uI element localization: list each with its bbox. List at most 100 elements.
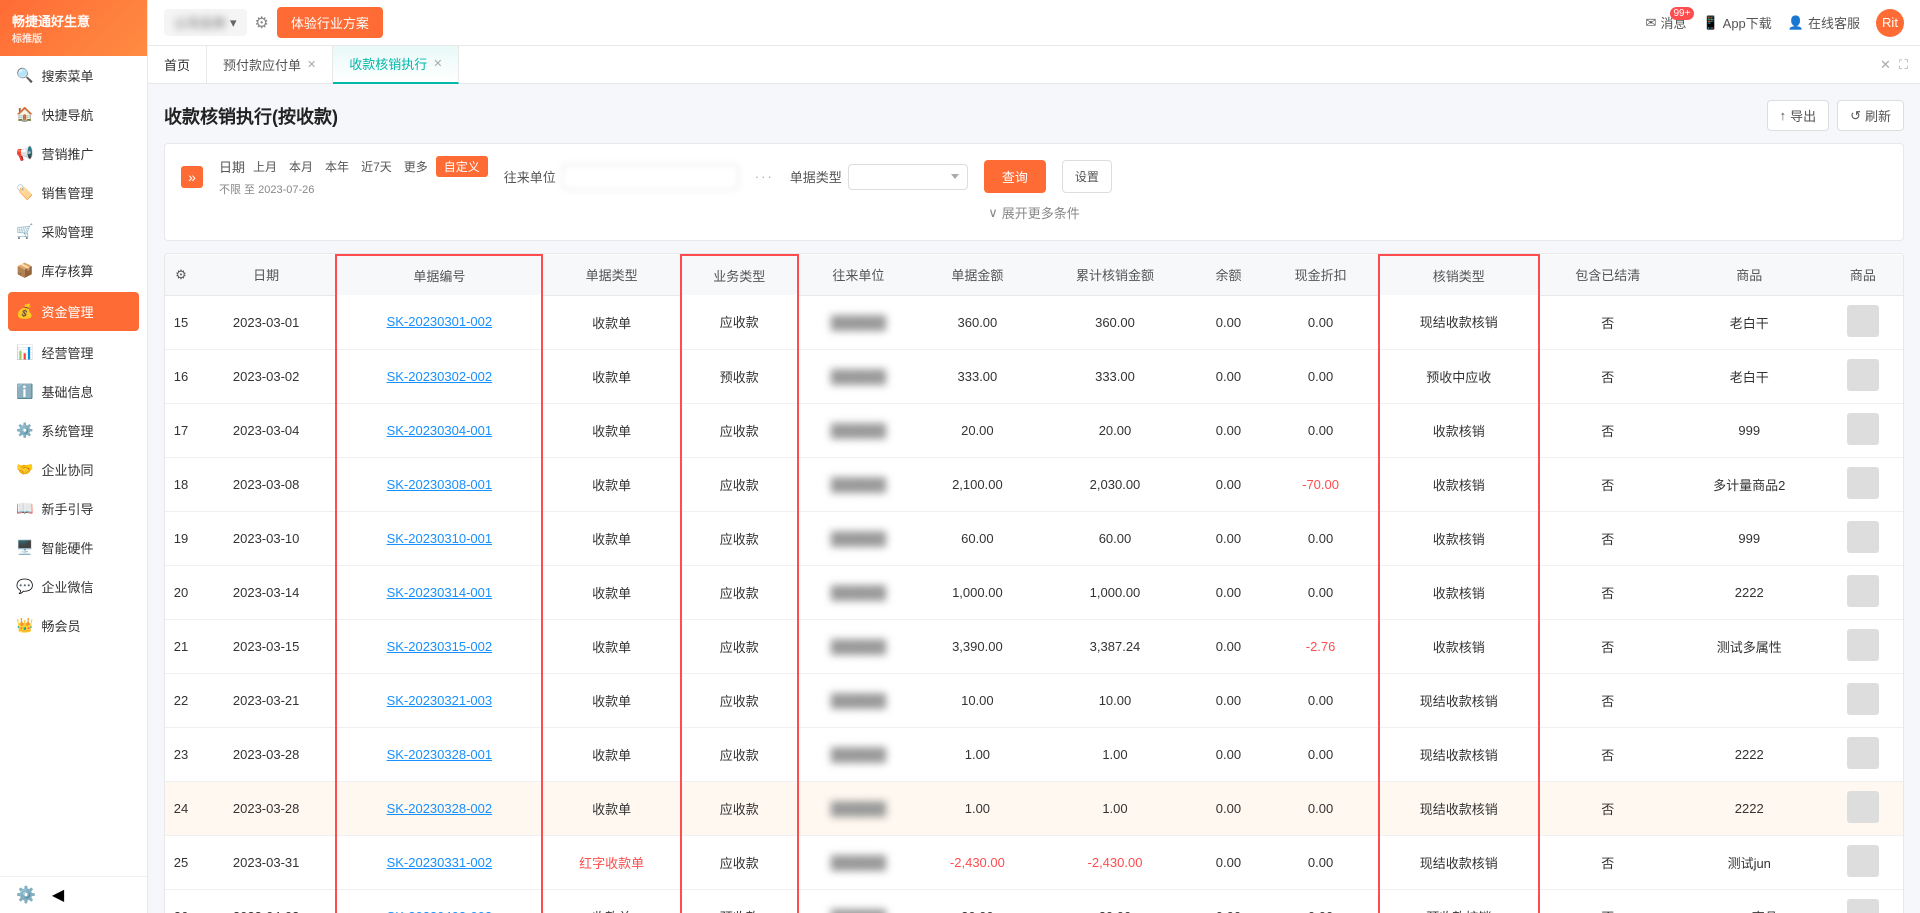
cell-bill-type: 收款单 bbox=[542, 673, 680, 727]
data-table-wrap: ⚙ 日期 单据编号 单据类型 业务类型 往来单位 单据金额 累计核销金额 余额 … bbox=[164, 253, 1904, 913]
sidebar-item-finance[interactable]: 💰 资金管理 bbox=[8, 292, 139, 331]
cell-goods2 bbox=[1823, 673, 1903, 727]
tab-prepay[interactable]: 预付款应付单 ✕ bbox=[207, 46, 333, 84]
bill-no-link[interactable]: SK-20230328-001 bbox=[387, 747, 493, 762]
cell-biz-type: 应收款 bbox=[681, 565, 798, 619]
cell-cash-disc: 0.00 bbox=[1264, 295, 1379, 349]
cell-goods1: 老白干 bbox=[1676, 295, 1823, 349]
cell-verify-type: 现结收款核销 bbox=[1379, 835, 1539, 889]
page-actions: ↑ 导出 ↺ 刷新 bbox=[1767, 100, 1904, 131]
date-btn-7days[interactable]: 近7天 bbox=[357, 156, 396, 177]
bill-no-link[interactable]: SK-20230331-002 bbox=[387, 855, 493, 870]
cell-partner: ██████ bbox=[798, 403, 919, 457]
cell-biz-type: 应收款 bbox=[681, 619, 798, 673]
sidebar-item-system[interactable]: ⚙️ 系统管理 bbox=[0, 411, 147, 450]
cell-balance: 0.00 bbox=[1193, 673, 1263, 727]
cell-no: 24 bbox=[165, 781, 197, 835]
filter-settings-button[interactable]: 设置 bbox=[1062, 160, 1112, 193]
service-icon: 👤 bbox=[1788, 15, 1804, 31]
sidebar-item-basic[interactable]: ℹ️ 基础信息 bbox=[0, 372, 147, 411]
cell-bill-no: SK-20230310-001 bbox=[336, 511, 542, 565]
message-badge: 99+ bbox=[1670, 7, 1695, 20]
cell-included: 否 bbox=[1539, 511, 1676, 565]
query-button[interactable]: 查询 bbox=[984, 160, 1046, 193]
cell-partner: ██████ bbox=[798, 295, 919, 349]
tab-actions: ✕ ⛶ bbox=[1880, 57, 1920, 73]
cell-verified: 360.00 bbox=[1037, 295, 1194, 349]
tab-home[interactable]: 首页 bbox=[148, 46, 207, 84]
cell-biz-type: 预收款 bbox=[681, 889, 798, 913]
tab-prepay-close[interactable]: ✕ bbox=[307, 58, 316, 71]
minimize-icon[interactable]: ✕ bbox=[1880, 57, 1891, 73]
maximize-icon[interactable]: ⛶ bbox=[1899, 57, 1908, 73]
date-btn-this-year[interactable]: 本年 bbox=[321, 156, 353, 177]
collapse-icon[interactable]: ◀ bbox=[52, 885, 64, 905]
company-selector[interactable]: 公司名称 ▾ bbox=[164, 9, 247, 36]
cell-verify-type: 现结收款核销 bbox=[1379, 727, 1539, 781]
refresh-button[interactable]: ↺ 刷新 bbox=[1837, 100, 1904, 131]
user-avatar[interactable]: Rit bbox=[1876, 9, 1904, 37]
th-date: 日期 bbox=[197, 255, 336, 295]
bill-no-link[interactable]: SK-20230321-003 bbox=[387, 693, 493, 708]
bill-no-link[interactable]: SK-20230403-002 bbox=[387, 909, 493, 913]
bill-type-select[interactable] bbox=[848, 164, 968, 190]
bill-no-link[interactable]: SK-20230314-001 bbox=[387, 585, 493, 600]
app-download-area[interactable]: 📱 App下载 bbox=[1702, 13, 1771, 32]
bill-no-link[interactable]: SK-20230302-002 bbox=[387, 369, 493, 384]
cell-verify-type: 收款核销 bbox=[1379, 457, 1539, 511]
sidebar-item-marketing[interactable]: 📢 营销推广 bbox=[0, 134, 147, 173]
bill-no-link[interactable]: SK-20230328-002 bbox=[387, 801, 493, 816]
sidebar-item-guide[interactable]: 📖 新手引导 bbox=[0, 489, 147, 528]
cell-bill-no: SK-20230315-002 bbox=[336, 619, 542, 673]
app-logo: 畅捷通好生意 标推版 bbox=[0, 0, 147, 56]
online-service-area[interactable]: 👤 在线客服 bbox=[1788, 13, 1860, 32]
cell-verify-type: 现结收款核销 bbox=[1379, 673, 1539, 727]
tab-receipt-close[interactable]: ✕ bbox=[433, 57, 442, 70]
settings-icon[interactable]: ⚙️ bbox=[16, 885, 36, 905]
cell-partner: ██████ bbox=[798, 565, 919, 619]
bill-no-link[interactable]: SK-20230301-002 bbox=[387, 314, 493, 329]
cell-date: 2023-03-28 bbox=[197, 781, 336, 835]
bill-no-link[interactable]: SK-20230304-001 bbox=[387, 423, 493, 438]
cell-balance: 0.00 bbox=[1193, 565, 1263, 619]
sidebar-item-wechat[interactable]: 💬 企业微信 bbox=[0, 567, 147, 606]
industry-button[interactable]: 体验行业方案 bbox=[277, 7, 383, 38]
page-header: 收款核销执行(按收款) ↑ 导出 ↺ 刷新 bbox=[164, 100, 1904, 131]
date-btn-this-month[interactable]: 本月 bbox=[285, 156, 317, 177]
tab-receipt[interactable]: 收款核销执行 ✕ bbox=[333, 46, 459, 84]
bill-no-link[interactable]: SK-20230315-002 bbox=[387, 639, 493, 654]
sidebar-item-member[interactable]: 👑 畅会员 bbox=[0, 606, 147, 645]
cell-verified: 10.00 bbox=[1037, 673, 1194, 727]
bill-no-link[interactable]: SK-20230310-001 bbox=[387, 531, 493, 546]
cell-biz-type: 应收款 bbox=[681, 295, 798, 349]
sidebar-item-operations[interactable]: 📊 经营管理 bbox=[0, 333, 147, 372]
export-button[interactable]: ↑ 导出 bbox=[1767, 100, 1830, 131]
sidebar-item-sales[interactable]: 🏷️ 销售管理 bbox=[0, 173, 147, 212]
date-custom-button[interactable]: 自定义 bbox=[436, 156, 488, 177]
message-area[interactable]: ✉ 消息 99+ bbox=[1646, 13, 1687, 32]
date-btn-last-month[interactable]: 上月 bbox=[249, 156, 281, 177]
th-bill-no: 单据编号 bbox=[336, 255, 542, 295]
cell-verify-type: 收款核销 bbox=[1379, 565, 1539, 619]
cell-bill-no: SK-20230328-002 bbox=[336, 781, 542, 835]
sidebar-item-quicknav[interactable]: 🏠 快捷导航 bbox=[0, 95, 147, 134]
cell-goods2 bbox=[1823, 565, 1903, 619]
sidebar-item-inventory[interactable]: 📦 库存核算 bbox=[0, 251, 147, 290]
expand-more-button[interactable]: ∨ 展开更多条件 bbox=[181, 197, 1887, 228]
sidebar-item-hardware[interactable]: 🖥️ 智能硬件 bbox=[0, 528, 147, 567]
filter-toggle-button[interactable]: » bbox=[181, 166, 203, 188]
sidebar-item-purchase[interactable]: 🛒 采购管理 bbox=[0, 212, 147, 251]
cell-verified: 1.00 bbox=[1037, 727, 1194, 781]
bill-no-link[interactable]: SK-20230308-001 bbox=[387, 477, 493, 492]
th-settings[interactable]: ⚙ bbox=[165, 255, 197, 295]
cell-date: 2023-03-08 bbox=[197, 457, 336, 511]
cell-amount: 1,000.00 bbox=[918, 565, 1036, 619]
sidebar-item-enterprise[interactable]: 🤝 企业协同 bbox=[0, 450, 147, 489]
partner-input[interactable] bbox=[562, 164, 739, 190]
date-btn-more[interactable]: 更多 bbox=[400, 156, 432, 177]
sidebar-item-search[interactable]: 🔍 搜索菜单 bbox=[0, 56, 147, 95]
export-icon: ↑ bbox=[1780, 108, 1787, 123]
table-row: 23 2023-03-28 SK-20230328-001 收款单 应收款 ██… bbox=[165, 727, 1903, 781]
gear-button[interactable]: ⚙ bbox=[255, 13, 269, 33]
cell-goods1: 123D商品 bbox=[1676, 889, 1823, 913]
